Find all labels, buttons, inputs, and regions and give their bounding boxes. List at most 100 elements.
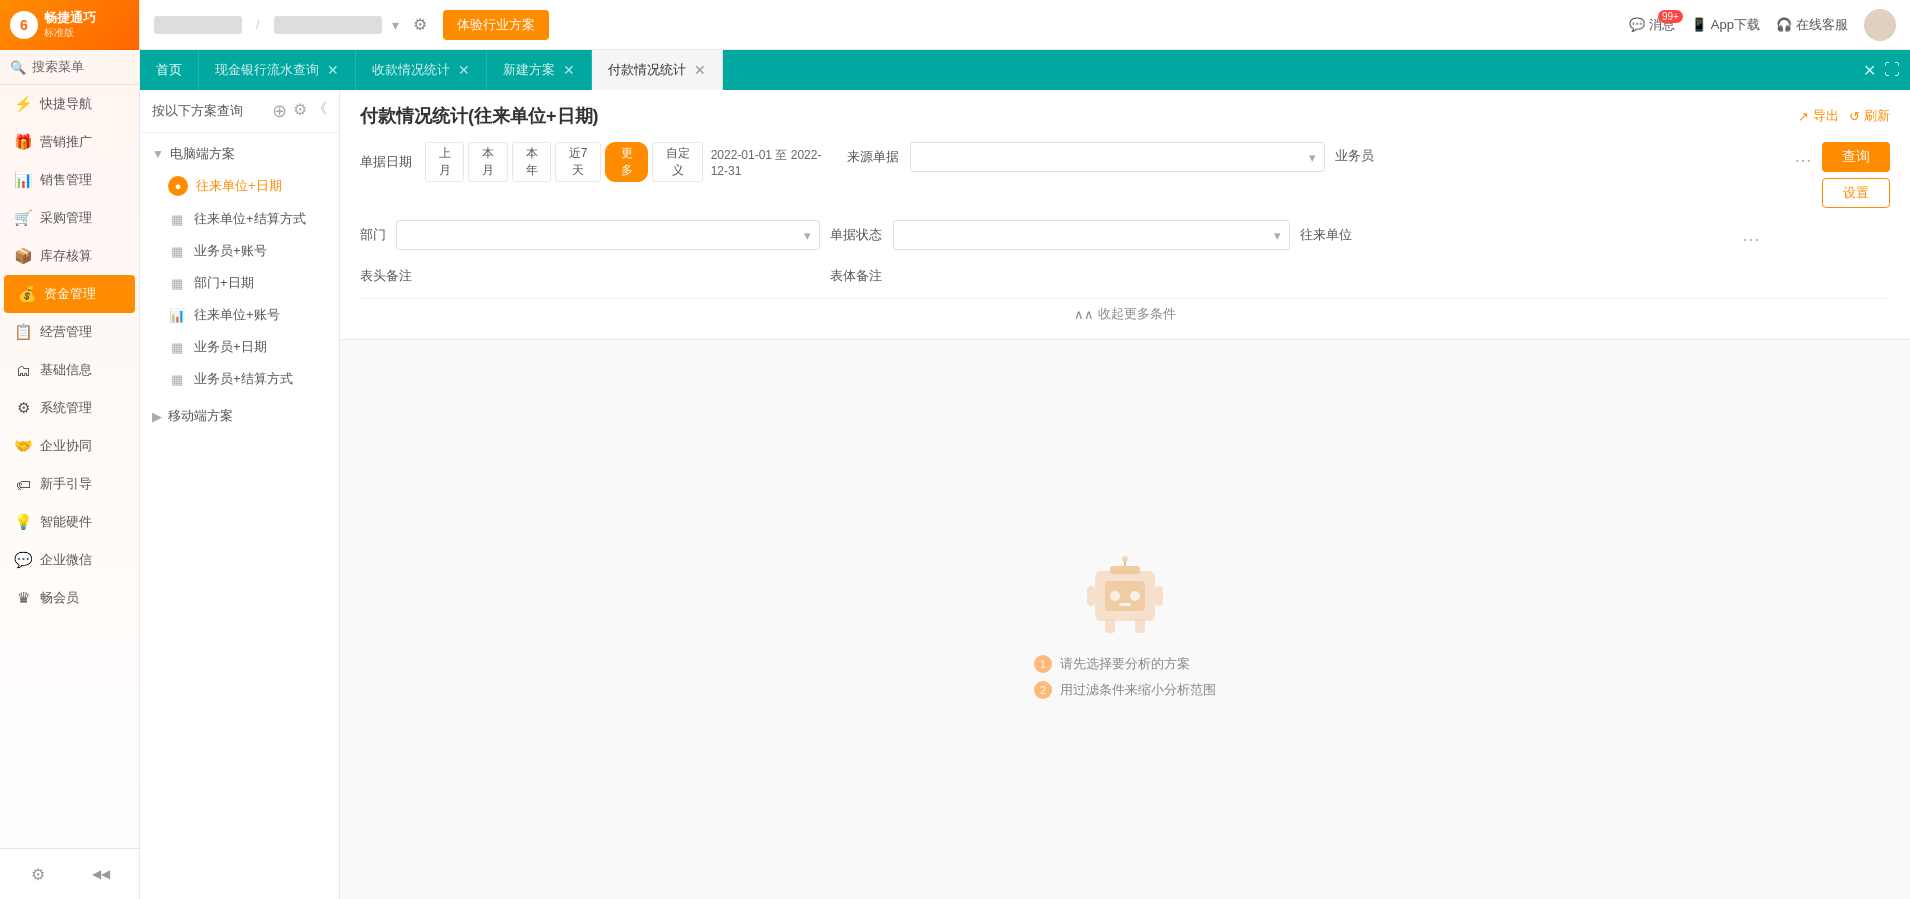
page-title: 付款情况统计(往来单位+日期) bbox=[360, 104, 599, 128]
scheme-item-unit-account-label: 往来单位+账号 bbox=[194, 306, 280, 324]
service-btn[interactable]: 🎧 在线客服 bbox=[1776, 16, 1848, 34]
sidebar-item-marketing-label: 营销推广 bbox=[40, 133, 92, 151]
tab-income-close[interactable]: ✕ bbox=[458, 63, 470, 77]
sidebar-settings-btn[interactable]: ⚙ bbox=[10, 859, 66, 889]
hardware-icon: 💡 bbox=[14, 513, 32, 531]
scheme-icon-dept-date: ▦ bbox=[168, 274, 186, 292]
staff-more-icon[interactable]: … bbox=[1794, 146, 1812, 167]
scheme-item-staff-settle[interactable]: ▦ 业务员+结算方式 bbox=[140, 363, 339, 395]
tab-new-scheme-close[interactable]: ✕ bbox=[563, 63, 575, 77]
topbar-settings-icon[interactable]: ⚙ bbox=[413, 15, 427, 34]
collapse-label: 收起更多条件 bbox=[1098, 305, 1176, 323]
search-menu[interactable]: 🔍 搜索菜单 bbox=[0, 50, 139, 85]
table-head-note-input[interactable] bbox=[423, 262, 820, 290]
sidebar-item-marketing[interactable]: 🎁 营销推广 bbox=[0, 123, 139, 161]
scheme-setting-icon[interactable]: ⚙ bbox=[293, 100, 307, 122]
source-select[interactable]: ▾ bbox=[910, 142, 1324, 172]
sidebar-item-sales[interactable]: 📊 销售管理 bbox=[0, 161, 139, 199]
scheme-item-unit-account[interactable]: 📊 往来单位+账号 bbox=[140, 299, 339, 331]
sidebar-item-basic[interactable]: 🗂 基础信息 bbox=[0, 351, 139, 389]
scheme-item-dept-date[interactable]: ▦ 部门+日期 bbox=[140, 267, 339, 299]
svg-rect-8 bbox=[1087, 586, 1095, 606]
date-btn-this-month[interactable]: 本月 bbox=[468, 142, 507, 182]
setting-btn[interactable]: 设置 bbox=[1822, 178, 1890, 208]
sidebar-item-inventory[interactable]: 📦 库存核算 bbox=[0, 237, 139, 275]
export-btn[interactable]: ↗ 导出 bbox=[1798, 107, 1839, 125]
sales-icon: 📊 bbox=[14, 171, 32, 189]
scheme-item-unit-settle[interactable]: ▦ 往来单位+结算方式 bbox=[140, 203, 339, 235]
user-avatar[interactable] bbox=[1864, 9, 1896, 41]
service-icon: 🎧 bbox=[1776, 17, 1792, 32]
scheme-item-staff-settle-label: 业务员+结算方式 bbox=[194, 370, 293, 388]
scheme-desktop-group: ▼ 电脑端方案 ● 往来单位+日期 ▦ 往来单位+结算方式 ▦ 业务员+账号 ▦ bbox=[140, 133, 339, 401]
date-btn-last-month[interactable]: 上月 bbox=[425, 142, 464, 182]
date-btn-this-year[interactable]: 本年 bbox=[512, 142, 551, 182]
sidebar-item-operation[interactable]: 📋 经营管理 bbox=[0, 313, 139, 351]
sidebar-item-member[interactable]: ♛ 畅会员 bbox=[0, 579, 139, 617]
scheme-collapse-icon[interactable]: 《 bbox=[313, 100, 327, 122]
staff-input[interactable] bbox=[1388, 141, 1786, 171]
partner-more-icon[interactable]: … bbox=[1742, 225, 1760, 246]
sidebar-item-wechat[interactable]: 💬 企业微信 bbox=[0, 541, 139, 579]
desktop-group-label: 电脑端方案 bbox=[170, 145, 235, 163]
export-label: 导出 bbox=[1813, 107, 1839, 125]
sidebar-item-system[interactable]: ⚙ 系统管理 bbox=[0, 389, 139, 427]
sidebar-item-operation-label: 经营管理 bbox=[40, 323, 92, 341]
dept-select[interactable]: ▾ bbox=[396, 220, 820, 250]
tab-new-scheme[interactable]: 新建方案 ✕ bbox=[487, 50, 592, 90]
tip-num-1: 1 bbox=[1034, 655, 1052, 673]
sidebar-item-collab[interactable]: 🤝 企业协同 bbox=[0, 427, 139, 465]
tab-expand-icon[interactable]: ⛶ bbox=[1884, 61, 1900, 79]
tab-close-all-icon[interactable]: ✕ bbox=[1863, 61, 1876, 80]
tab-payment[interactable]: 付款情况统计 ✕ bbox=[592, 50, 723, 90]
scheme-item-unit-date[interactable]: ● 往来单位+日期 bbox=[140, 169, 339, 203]
messages-btn[interactable]: 💬 消息 99+ bbox=[1629, 16, 1675, 34]
scheme-add-icon[interactable]: ⊕ bbox=[272, 100, 287, 122]
tab-home[interactable]: 首页 bbox=[140, 50, 199, 90]
scheme-item-staff-date[interactable]: ▦ 业务员+日期 bbox=[140, 331, 339, 363]
member-icon: ♛ bbox=[14, 589, 32, 607]
table-body-note-input[interactable] bbox=[893, 262, 1290, 290]
query-btn[interactable]: 查询 bbox=[1822, 142, 1890, 172]
basic-icon: 🗂 bbox=[14, 361, 32, 379]
date-btn-custom[interactable]: 自定义 bbox=[652, 142, 702, 182]
scheme-item-staff-account[interactable]: ▦ 业务员+账号 bbox=[140, 235, 339, 267]
scheme-icon-unit-settle: ▦ bbox=[168, 210, 186, 228]
sidebar-nav: ⚡ 快捷导航 🎁 营销推广 📊 销售管理 🛒 采购管理 📦 库存核算 💰 资金管… bbox=[0, 85, 139, 848]
tab-bank[interactable]: 现金银行流水查询 ✕ bbox=[199, 50, 356, 90]
tab-income[interactable]: 收款情况统计 ✕ bbox=[356, 50, 487, 90]
scheme-mobile-group[interactable]: ▶ 移动端方案 bbox=[140, 401, 339, 431]
empty-tips: 1 请先选择要分析的方案 2 用过滤条件来缩小分析范围 bbox=[1034, 655, 1216, 699]
export-icon: ↗ bbox=[1798, 109, 1809, 124]
tab-payment-close[interactable]: ✕ bbox=[694, 63, 706, 77]
partner-input[interactable] bbox=[1363, 220, 1734, 250]
desktop-group-arrow: ▼ bbox=[152, 147, 164, 161]
tab-bank-close[interactable]: ✕ bbox=[327, 63, 339, 77]
doc-status-select[interactable]: ▾ bbox=[893, 220, 1290, 250]
topbar-dropdown-icon[interactable]: ▾ bbox=[392, 17, 399, 33]
sidebar-item-hardware[interactable]: 💡 智能硬件 bbox=[0, 503, 139, 541]
sidebar-item-purchase[interactable]: 🛒 采购管理 bbox=[0, 199, 139, 237]
date-btn-7days[interactable]: 近7天 bbox=[555, 142, 600, 182]
date-btn-more[interactable]: 更多 bbox=[605, 142, 648, 182]
sidebar-collapse-btn[interactable]: ◀◀ bbox=[74, 859, 130, 889]
tabbar: 首页 现金银行流水查询 ✕ 收款情况统计 ✕ 新建方案 ✕ 付款情况统计 ✕ ✕… bbox=[140, 50, 1910, 90]
scheme-item-dept-date-label: 部门+日期 bbox=[194, 274, 254, 292]
sidebar-item-capital[interactable]: 💰 资金管理 bbox=[4, 275, 135, 313]
scheme-desktop-group-header[interactable]: ▼ 电脑端方案 bbox=[140, 139, 339, 169]
sidebar-item-guide[interactable]: 🏷 新手引导 bbox=[0, 465, 139, 503]
sidebar-item-quick-nav[interactable]: ⚡ 快捷导航 bbox=[0, 85, 139, 123]
app-download-btn[interactable]: 📱 App下载 bbox=[1691, 16, 1760, 34]
refresh-btn[interactable]: ↺ 刷新 bbox=[1849, 107, 1890, 125]
source-select-arrow: ▾ bbox=[1309, 150, 1316, 165]
scheme-panel: 按以下方案查询 ⊕ ⚙ 《 ▼ 电脑端方案 ● 往来单位+日期 ▦ bbox=[140, 90, 340, 899]
content-area: 按以下方案查询 ⊕ ⚙ 《 ▼ 电脑端方案 ● 往来单位+日期 ▦ bbox=[140, 90, 1910, 899]
logo-subtitle: 标准版 bbox=[44, 26, 96, 40]
search-icon: 🔍 bbox=[10, 60, 26, 75]
svg-point-3 bbox=[1130, 591, 1140, 601]
breadcrumb-2: XXXXXX bbox=[274, 16, 382, 34]
trial-btn[interactable]: 体验行业方案 bbox=[443, 10, 549, 40]
collapse-more-btn[interactable]: ∧∧ 收起更多条件 bbox=[360, 298, 1890, 329]
date-btns: 上月 本月 本年 近7天 更多 自定义 2022-01-01 至 2022-12… bbox=[425, 142, 837, 182]
tab-home-label: 首页 bbox=[156, 61, 182, 79]
